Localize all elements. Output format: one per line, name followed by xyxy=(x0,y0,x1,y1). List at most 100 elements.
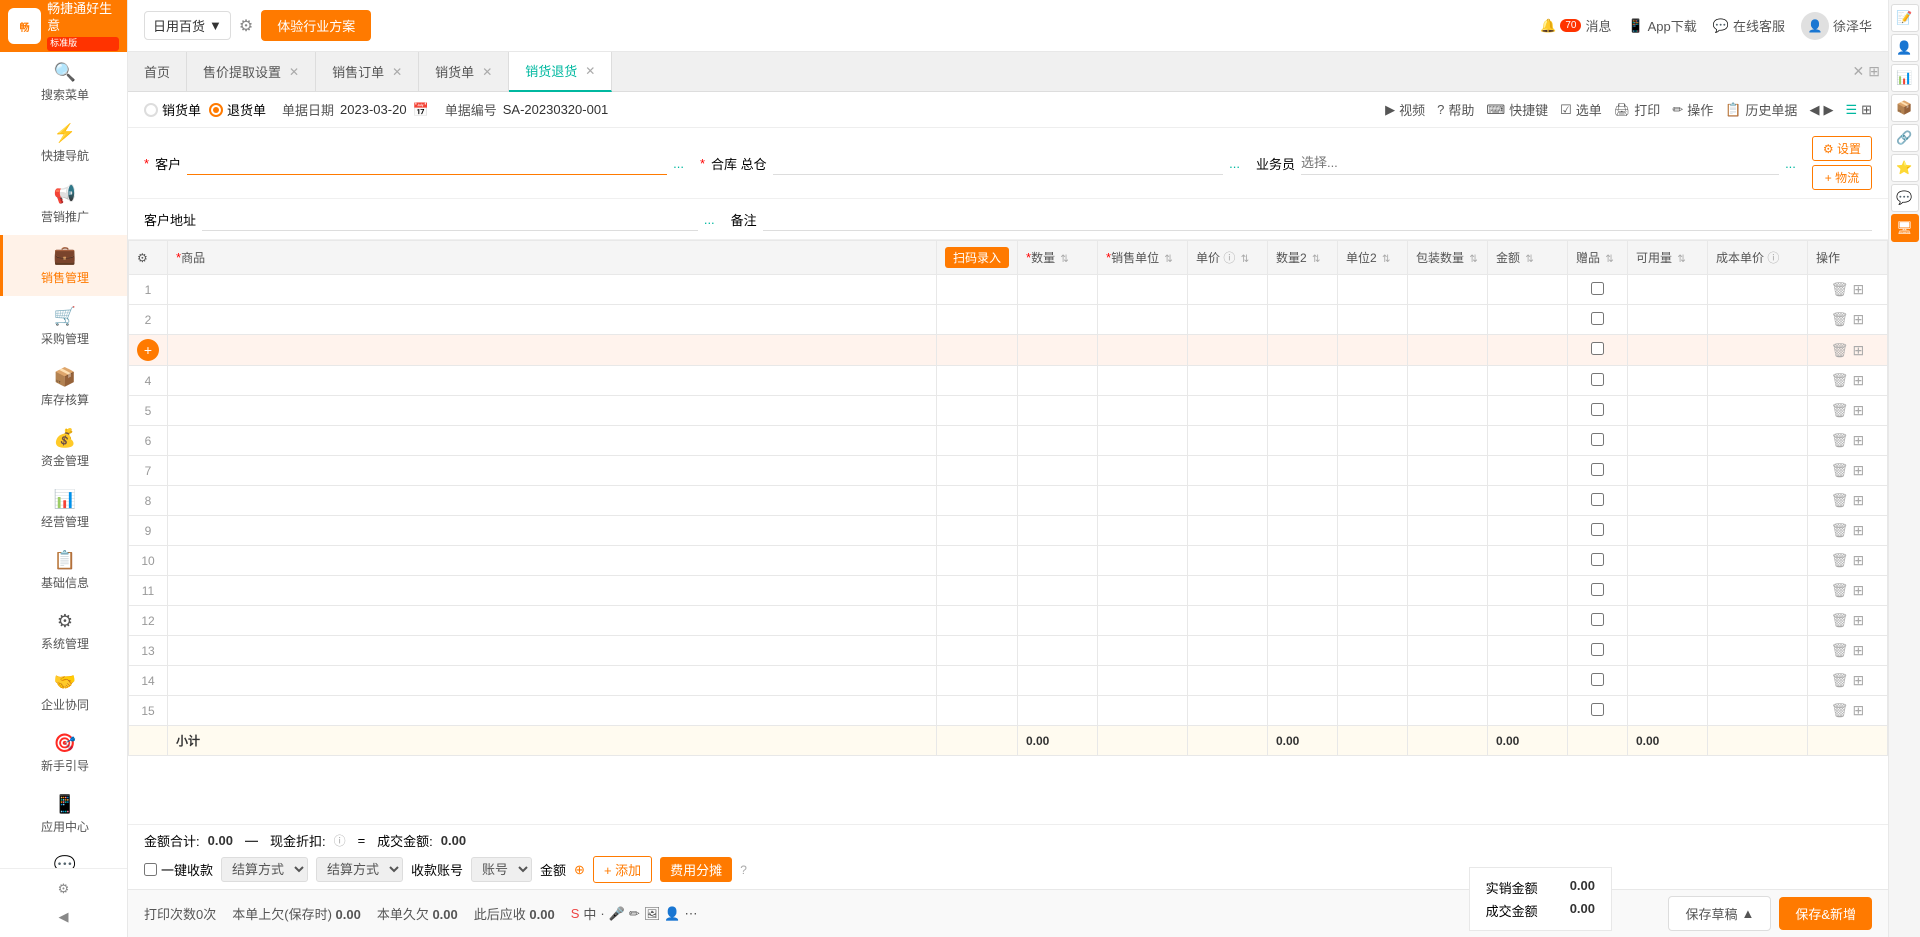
row-8-gift[interactable] xyxy=(1568,486,1628,516)
row-13-available[interactable] xyxy=(1628,636,1708,666)
row-14-qty[interactable] xyxy=(1018,666,1098,696)
row-3-unit[interactable] xyxy=(1098,335,1188,366)
row-6-price[interactable] xyxy=(1188,426,1268,456)
row-15-gift-checkbox[interactable] xyxy=(1591,703,1604,716)
row-15-available[interactable] xyxy=(1628,696,1708,726)
row-5-gift[interactable] xyxy=(1568,396,1628,426)
one-click-checkbox[interactable] xyxy=(144,863,157,876)
row-5-amount[interactable] xyxy=(1488,396,1568,426)
history-btn[interactable]: 📋 历史单据 xyxy=(1725,100,1797,119)
row-13-gift-checkbox[interactable] xyxy=(1591,643,1604,656)
right-icon-3[interactable]: 📊 xyxy=(1891,64,1919,92)
row-14-available[interactable] xyxy=(1628,666,1708,696)
row-6-delete-icon[interactable]: 🗑 xyxy=(1831,432,1849,449)
right-icon-6[interactable]: ⭐ xyxy=(1891,154,1919,182)
row-11-goods[interactable] xyxy=(168,576,937,606)
row-3-qty[interactable] xyxy=(1018,335,1098,366)
row-13-cost[interactable] xyxy=(1708,636,1808,666)
maximize-btn[interactable]: ⊞ xyxy=(1868,63,1880,80)
tab-sales-return[interactable]: 销货退货 ✕ xyxy=(509,52,612,92)
row-11-gift-checkbox[interactable] xyxy=(1591,583,1604,596)
row-3-cost[interactable] xyxy=(1708,335,1808,366)
right-icon-4[interactable]: 📦 xyxy=(1891,94,1919,122)
row-12-gift[interactable] xyxy=(1568,606,1628,636)
row-10-gift[interactable] xyxy=(1568,546,1628,576)
row-15-amount[interactable] xyxy=(1488,696,1568,726)
row-4-qty2[interactable] xyxy=(1268,366,1338,396)
sidebar-item-purchase[interactable]: 🛒 采购管理 xyxy=(0,296,127,357)
row-15-copy-icon[interactable]: ⊞ xyxy=(1853,702,1865,719)
sidebar-item-operations[interactable]: 📊 经营管理 xyxy=(0,479,127,540)
row-7-goods[interactable] xyxy=(168,456,937,486)
account-select[interactable]: 账号 xyxy=(471,857,532,882)
row-12-unit2[interactable] xyxy=(1338,606,1408,636)
warehouse-select-btn[interactable]: ... xyxy=(1229,156,1240,171)
row-1-amount[interactable] xyxy=(1488,275,1568,305)
row-12-goods[interactable] xyxy=(168,606,937,636)
sidebar-item-app[interactable]: 📱 应用中心 xyxy=(0,784,127,845)
row-4-available[interactable] xyxy=(1628,366,1708,396)
row-3-available[interactable] xyxy=(1628,335,1708,366)
right-icon-5[interactable]: 🔗 xyxy=(1891,124,1919,152)
row-5-goods[interactable] xyxy=(168,396,937,426)
row-7-unit2[interactable] xyxy=(1338,456,1408,486)
row-8-qty2[interactable] xyxy=(1268,486,1338,516)
settings-btn[interactable]: ⚙ xyxy=(54,877,74,901)
help-btn[interactable]: ? 帮助 xyxy=(1437,100,1474,119)
row-14-gift-checkbox[interactable] xyxy=(1591,673,1604,686)
row-10-qty[interactable] xyxy=(1018,546,1098,576)
calculation-method-select[interactable]: 结算方式 xyxy=(316,857,403,882)
sidebar-item-search[interactable]: 🔍 搜索菜单 xyxy=(0,52,127,113)
customer-input[interactable] xyxy=(187,151,667,175)
save-new-button[interactable]: 保存&新增 xyxy=(1779,897,1872,930)
row-2-gift[interactable] xyxy=(1568,305,1628,335)
prev-icon[interactable]: ◀ xyxy=(1809,102,1819,118)
row-15-delete-icon[interactable]: 🗑 xyxy=(1831,702,1849,719)
row-12-amount[interactable] xyxy=(1488,606,1568,636)
row-13-price[interactable] xyxy=(1188,636,1268,666)
row-4-amount[interactable] xyxy=(1488,366,1568,396)
row-4-pkg[interactable] xyxy=(1408,366,1488,396)
logistics-button[interactable]: + 物流 xyxy=(1812,165,1872,190)
row-6-cost[interactable] xyxy=(1708,426,1808,456)
radio-delivery[interactable]: 销货单 xyxy=(144,100,201,119)
row-3-price[interactable] xyxy=(1188,335,1268,366)
row-4-qty[interactable] xyxy=(1018,366,1098,396)
row-8-goods[interactable] xyxy=(168,486,937,516)
right-icon-1[interactable]: 📝 xyxy=(1891,4,1919,32)
video-btn[interactable]: ▶ 视频 xyxy=(1385,100,1425,119)
row-13-copy-icon[interactable]: ⊞ xyxy=(1853,642,1865,659)
row-12-pkg[interactable] xyxy=(1408,606,1488,636)
qty-sort-icon[interactable]: ⇅ xyxy=(1060,254,1068,265)
row-12-unit[interactable] xyxy=(1098,606,1188,636)
row-6-available[interactable] xyxy=(1628,426,1708,456)
row-9-gift[interactable] xyxy=(1568,516,1628,546)
row-2-pkg[interactable] xyxy=(1408,305,1488,335)
sidebar-item-shortcut[interactable]: ⚡ 快捷导航 xyxy=(0,113,127,174)
tab-sales-delivery[interactable]: 销货单 ✕ xyxy=(419,52,509,92)
row-14-qty2[interactable] xyxy=(1268,666,1338,696)
save-draft-button[interactable]: 保存草稿 ▲ xyxy=(1668,896,1771,931)
next-icon[interactable]: ▶ xyxy=(1823,102,1833,118)
scan-button[interactable]: 扫码录入 xyxy=(945,247,1009,268)
sidebar-item-guide[interactable]: 🎯 新手引导 xyxy=(0,723,127,784)
row-10-unit2[interactable] xyxy=(1338,546,1408,576)
row-4-price[interactable] xyxy=(1188,366,1268,396)
row-1-copy-icon[interactable]: ⊞ xyxy=(1853,281,1865,298)
tab-sales-order[interactable]: 销售订单 ✕ xyxy=(316,52,419,92)
row-1-goods[interactable] xyxy=(168,275,937,305)
row-8-qty[interactable] xyxy=(1018,486,1098,516)
row-15-price[interactable] xyxy=(1188,696,1268,726)
row-15-qty[interactable] xyxy=(1018,696,1098,726)
row-8-pkg[interactable] xyxy=(1408,486,1488,516)
price-sort-icon[interactable]: ⇅ xyxy=(1241,254,1249,265)
unit-sort-icon[interactable]: ⇅ xyxy=(1164,254,1172,265)
row-11-amount[interactable] xyxy=(1488,576,1568,606)
row-11-cost[interactable] xyxy=(1708,576,1808,606)
sidebar-item-marketing[interactable]: 📢 营销推广 xyxy=(0,174,127,235)
industry-dropdown[interactable]: 日用百货 ▼ xyxy=(144,11,231,40)
row-9-cost[interactable] xyxy=(1708,516,1808,546)
row-12-copy-icon[interactable]: ⊞ xyxy=(1853,612,1865,629)
row-10-cost[interactable] xyxy=(1708,546,1808,576)
row-11-qty2[interactable] xyxy=(1268,576,1338,606)
